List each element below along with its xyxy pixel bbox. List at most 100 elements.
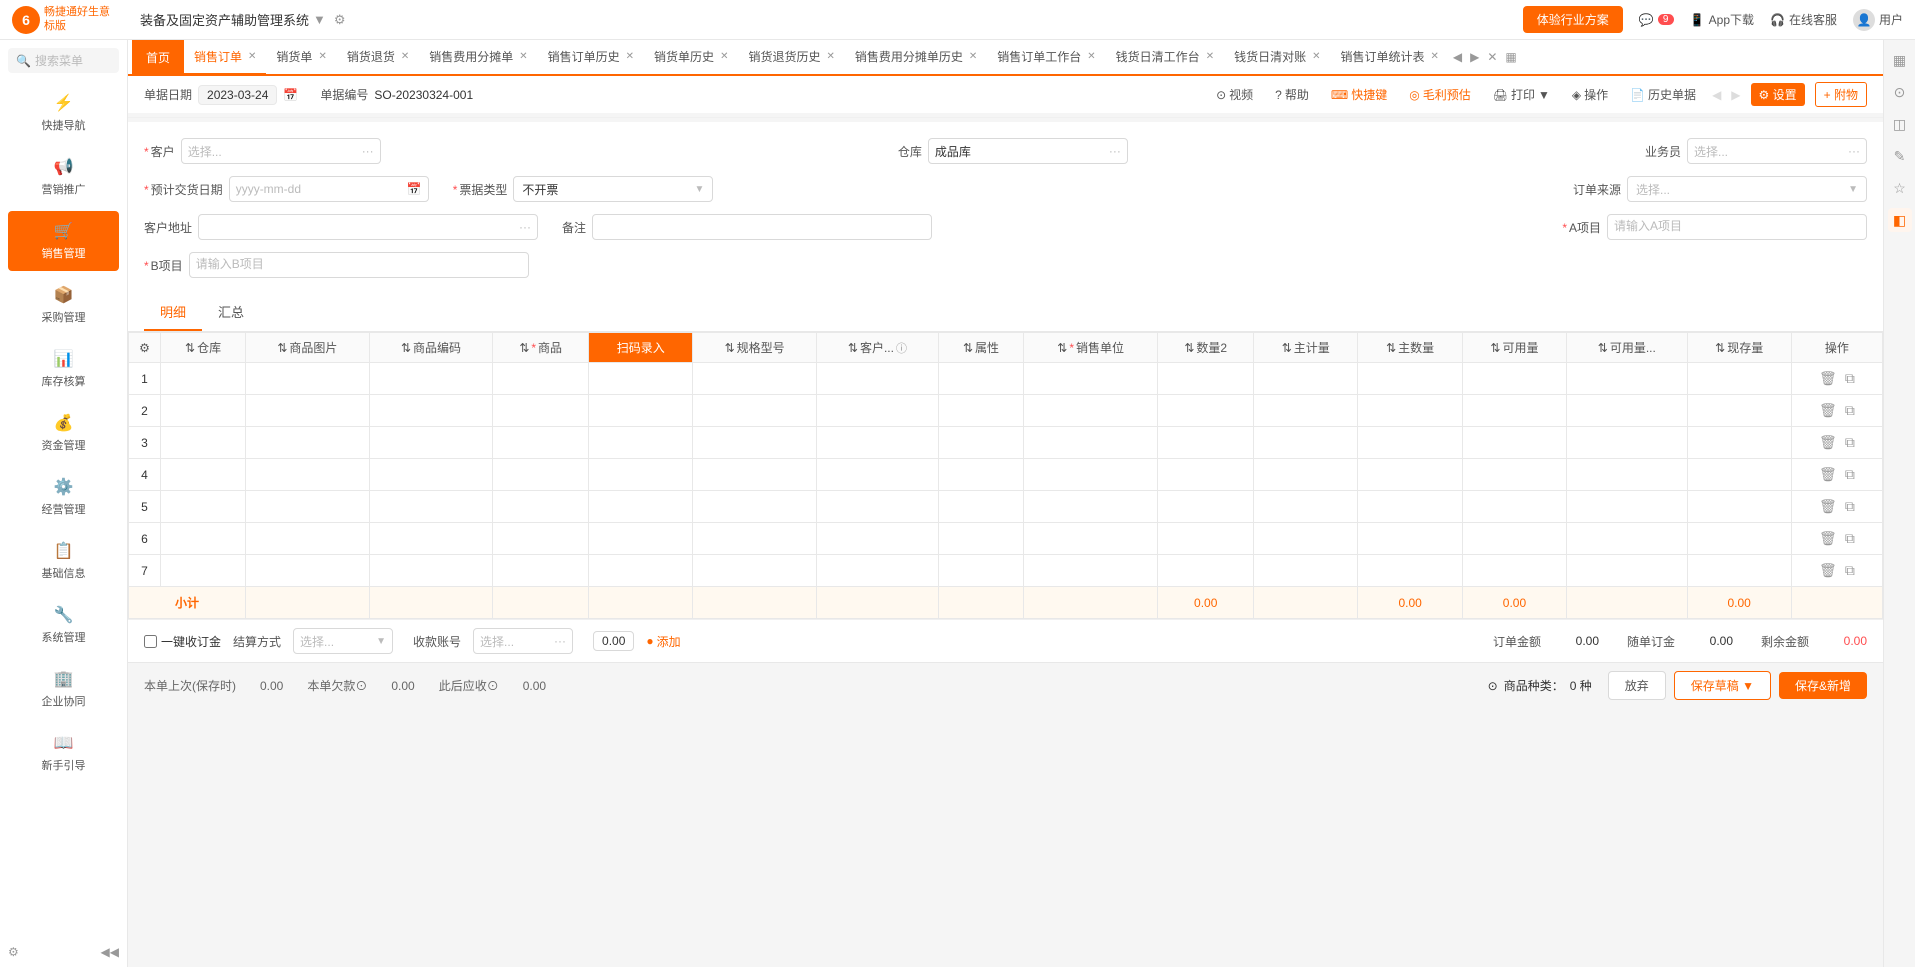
quick-deposit-check[interactable] <box>144 635 157 648</box>
tab-close-icon[interactable]: ✕ <box>248 51 256 62</box>
row-copy-btn[interactable]: ⧉ <box>1843 528 1857 549</box>
tab-sales-refund-history[interactable]: 销货退货历史 ✕ <box>738 40 844 75</box>
row-delete-btn[interactable]: 🗑 <box>1817 368 1839 389</box>
tab-sales-stats[interactable]: 销售订单统计表 ✕ <box>1330 40 1448 75</box>
settings-btn[interactable]: ⚙ 设置 <box>1751 83 1805 106</box>
tab-home[interactable]: 首页 <box>132 40 184 75</box>
collapse-sidebar-icon[interactable]: ◀◀ <box>101 945 119 959</box>
right-icon-2[interactable]: ⊙ <box>1888 80 1912 104</box>
view-btn[interactable]: ⊙ 视频 <box>1210 84 1259 105</box>
operations-btn[interactable]: ◈ 操作 <box>1566 84 1614 105</box>
sidebar-item-inventory[interactable]: 📊 库存核算 <box>8 339 119 399</box>
discard-button[interactable]: 放弃 <box>1608 671 1666 700</box>
quick-deposit-checkbox[interactable]: 一键收订金 <box>144 633 221 650</box>
sidebar-item-marketing[interactable]: 📢 营销推广 <box>8 147 119 207</box>
profit-btn[interactable]: ◎ 毛利预估 <box>1403 84 1477 105</box>
tab-close-icon[interactable]: ✕ <box>1431 51 1439 62</box>
sidebar-item-operations[interactable]: ⚙️ 经营管理 <box>8 467 119 527</box>
dropdown-arrow-icon[interactable]: ▼ <box>313 12 326 27</box>
right-icon-4[interactable]: ✎ <box>1888 144 1912 168</box>
tab-next-icon[interactable]: ▶ <box>1466 50 1483 64</box>
tab-sales-return-history[interactable]: 销货单历史 ✕ <box>644 40 738 75</box>
right-icon-3[interactable]: ◫ <box>1888 112 1912 136</box>
salesperson-input[interactable]: 选择... <box>1694 143 1728 160</box>
row-delete-btn[interactable]: 🗑 <box>1817 528 1839 549</box>
tab-sales-refund[interactable]: 销货退货 ✕ <box>337 40 419 75</box>
tab-summary[interactable]: 汇总 <box>202 294 260 331</box>
info-icon[interactable]: ⓘ <box>896 340 907 356</box>
settings-icon[interactable]: ⚙ <box>334 12 346 28</box>
tab-cash-reconcile[interactable]: 钱货日清对账 ✕ <box>1224 40 1330 75</box>
tab-close-icon[interactable]: ✕ <box>401 51 409 62</box>
tab-close-icon[interactable]: ✕ <box>826 51 834 62</box>
row-delete-btn[interactable]: 🗑 <box>1817 496 1839 517</box>
row-copy-btn[interactable]: ⧉ <box>1843 496 1857 517</box>
right-icon-1[interactable]: ▦ <box>1888 48 1912 72</box>
row-copy-btn[interactable]: ⧉ <box>1843 432 1857 453</box>
col-scan[interactable]: 扫码录入 <box>589 333 693 363</box>
user-item[interactable]: 👤 用户 <box>1853 9 1903 31</box>
account-expand-icon[interactable]: ··· <box>554 634 566 648</box>
project-b-input[interactable]: 请输入B项目 <box>189 252 529 278</box>
invoice-type-select[interactable]: 不开票 ▼ <box>513 176 713 202</box>
row-delete-btn[interactable]: 🗑 <box>1817 432 1839 453</box>
row-copy-btn[interactable]: ⧉ <box>1843 368 1857 389</box>
right-icon-6[interactable]: ◧ <box>1888 208 1912 232</box>
row-delete-btn[interactable]: 🗑 <box>1817 464 1839 485</box>
right-icon-5[interactable]: ☆ <box>1888 176 1912 200</box>
solution-button[interactable]: 体验行业方案 <box>1523 6 1623 33</box>
project-a-input[interactable]: 请输入A项目 <box>1607 214 1867 240</box>
row-copy-btn[interactable]: ⧉ <box>1843 560 1857 581</box>
calendar-icon[interactable]: 📅 <box>283 88 298 102</box>
attach-btn[interactable]: + 附物 <box>1815 82 1867 107</box>
row-copy-btn[interactable]: ⧉ <box>1843 464 1857 485</box>
sidebar-item-guide[interactable]: 📖 新手引导 <box>8 723 119 783</box>
account-select[interactable]: 选择... ··· <box>473 628 573 654</box>
col-settings[interactable]: ⚙ <box>129 333 161 363</box>
tab-menu-icon[interactable]: ▦ <box>1501 50 1520 64</box>
calendar2-icon[interactable]: 📅 <box>407 182 422 196</box>
shortcuts-btn[interactable]: ⌨ 快捷键 <box>1325 84 1393 105</box>
tab-sales-expense-history[interactable]: 销售费用分摊单历史 ✕ <box>845 40 987 75</box>
tab-cash-daily[interactable]: 钱货日清工作台 ✕ <box>1106 40 1224 75</box>
save-new-button[interactable]: 保存&新增 <box>1779 672 1867 699</box>
warehouse-expand-icon[interactable]: ··· <box>1109 144 1121 158</box>
row-delete-btn[interactable]: 🗑 <box>1817 400 1839 421</box>
customer-expand-icon[interactable]: ··· <box>362 144 374 158</box>
add-btn[interactable]: ● 添加 <box>646 633 680 650</box>
salesperson-expand-icon[interactable]: ··· <box>1848 144 1860 158</box>
customer-input[interactable]: 选择... <box>188 143 222 160</box>
tab-close-icon[interactable]: ✕ <box>519 51 527 62</box>
tab-sales-order-workbench[interactable]: 销售订单工作台 ✕ <box>987 40 1105 75</box>
order-source-select[interactable]: 选择... ▼ <box>1627 176 1867 202</box>
tab-sales-expense[interactable]: 销售费用分摊单 ✕ <box>419 40 537 75</box>
tab-sales-order[interactable]: 销售订单 ✕ <box>184 40 266 75</box>
tab-close-icon[interactable]: ✕ <box>1312 51 1320 62</box>
online-service-item[interactable]: 🎧 在线客服 <box>1770 11 1837 28</box>
tab-close-icon[interactable]: ✕ <box>969 51 977 62</box>
tab-prev-icon[interactable]: ◀ <box>1449 50 1466 64</box>
sidebar-item-sales[interactable]: 🛒 销售管理 <box>8 211 119 271</box>
tab-close-all-icon[interactable]: ✕ <box>1483 50 1501 64</box>
settlement-select[interactable]: 选择... ▼ <box>293 628 393 654</box>
sidebar-item-system[interactable]: 🔧 系统管理 <box>8 595 119 655</box>
tab-close-icon[interactable]: ✕ <box>1087 51 1095 62</box>
sidebar-item-base-info[interactable]: 📋 基础信息 <box>8 531 119 591</box>
sidebar-search[interactable]: 🔍 搜索菜单 <box>8 48 119 73</box>
tab-close-icon[interactable]: ✕ <box>1206 51 1214 62</box>
tab-detail[interactable]: 明细 <box>144 294 202 331</box>
history-btn[interactable]: 📄 历史单据 <box>1624 84 1702 105</box>
tab-sales-return[interactable]: 销货单 ✕ <box>266 40 336 75</box>
sidebar-item-purchase[interactable]: 📦 采购管理 <box>8 275 119 335</box>
address-expand-icon[interactable]: ··· <box>519 220 531 234</box>
save-draft-button[interactable]: 保存草稿 ▼ <box>1674 671 1771 700</box>
remarks-input[interactable] <box>592 214 932 240</box>
notification-item[interactable]: 💬 9 <box>1639 13 1674 27</box>
tab-close-icon[interactable]: ✕ <box>626 51 634 62</box>
row-delete-btn[interactable]: 🗑 <box>1817 560 1839 581</box>
sidebar-item-finance[interactable]: 💰 资金管理 <box>8 403 119 463</box>
settings-bottom-icon[interactable]: ⚙ <box>8 945 19 959</box>
sidebar-item-enterprise[interactable]: 🏢 企业协同 <box>8 659 119 719</box>
print-btn[interactable]: 🖨 打印 ▼ <box>1487 84 1556 105</box>
delivery-date-input[interactable]: yyyy-mm-dd <box>236 182 301 196</box>
